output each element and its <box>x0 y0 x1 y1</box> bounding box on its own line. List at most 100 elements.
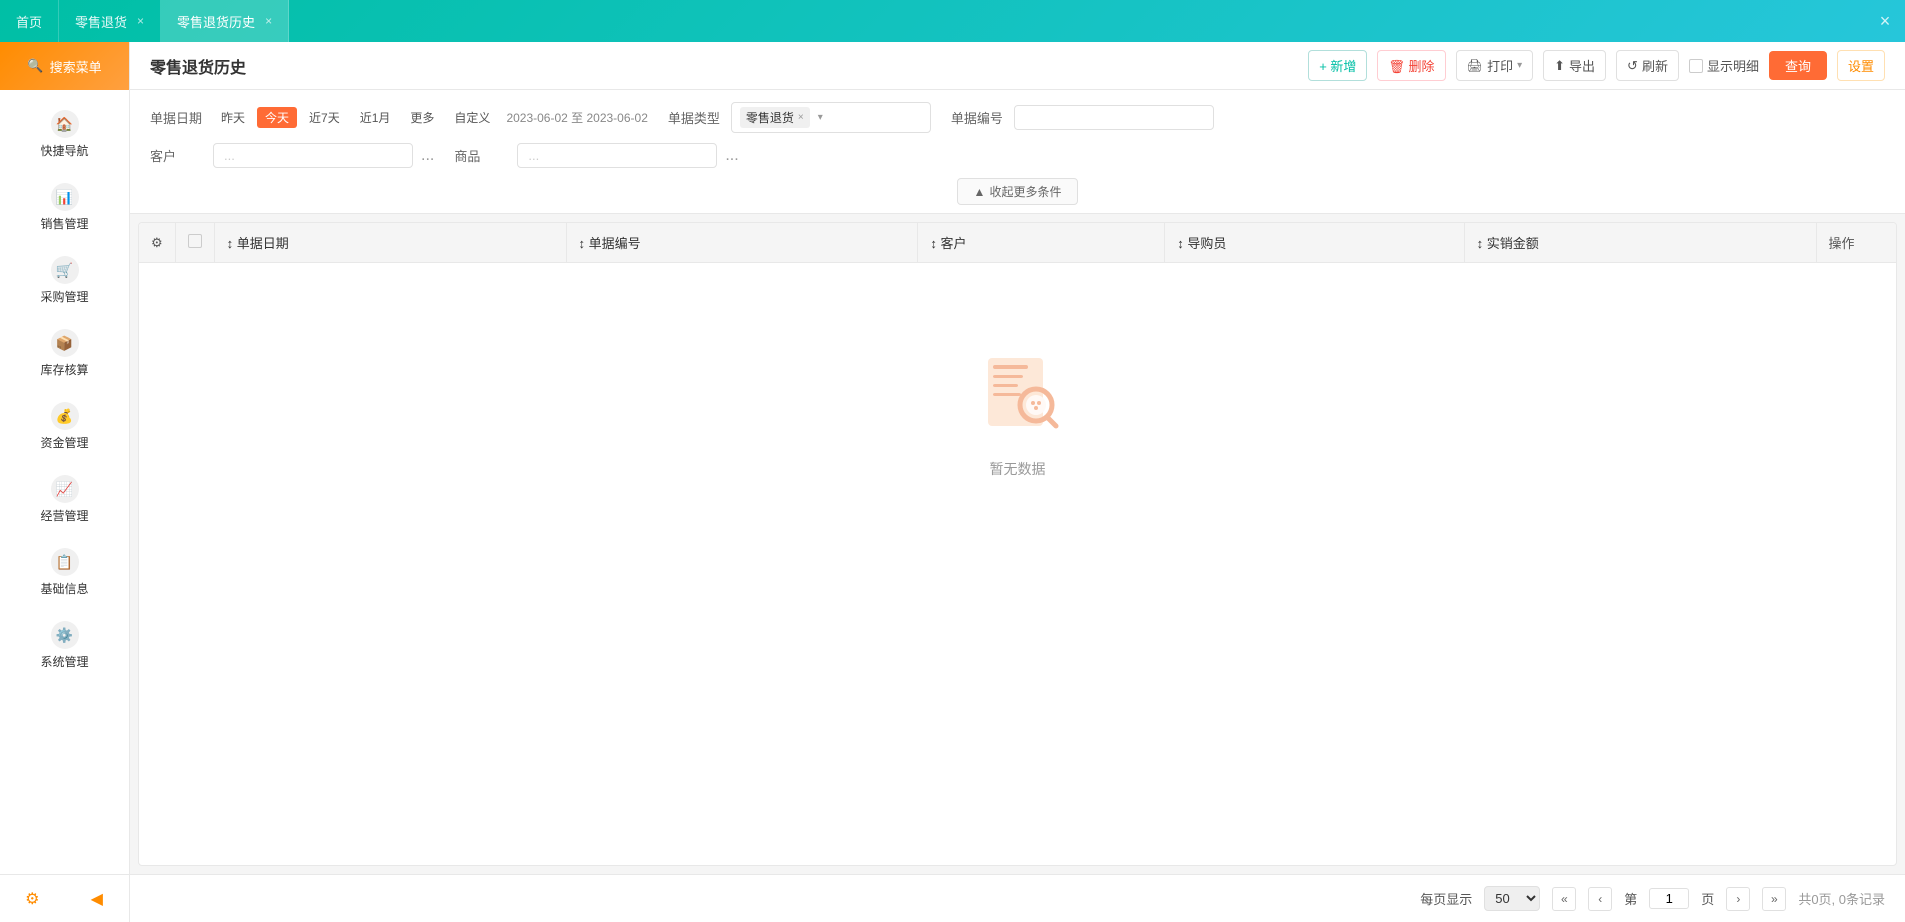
goods-filter: 商品 ... <box>454 143 738 168</box>
empty-state-row: 暂无数据 <box>139 263 1896 560</box>
col-doc-date-label: ↕ 单据日期 <box>227 236 289 251</box>
goods-label: 商品 <box>454 146 509 165</box>
window-close-button[interactable]: × <box>1865 0 1905 42</box>
empty-icon <box>968 343 1068 443</box>
sidebar-item-purchase[interactable]: 🛒 采购管理 <box>0 244 129 317</box>
export-button[interactable]: ⬆ 导出 <box>1543 50 1606 81</box>
table-area: ⚙ ↕ 单据日期 ↕ 单据编号 ↕ 客户 <box>138 222 1897 866</box>
customer-input[interactable] <box>213 143 413 168</box>
page-number-input[interactable] <box>1649 888 1689 909</box>
last1month-btn[interactable]: 近1月 <box>352 107 399 128</box>
doc-type-select[interactable]: 零售退货 × ▾ <box>731 102 931 133</box>
refresh-label: 刷新 <box>1642 56 1668 75</box>
sidebar-item-finance-label: 资金管理 <box>40 434 88 451</box>
page-header: 零售退货历史 + 新增 🗑 删除 🖨 打印 ▾ ⬆ 导出 ↺ 刷新 <box>130 42 1905 90</box>
show-detail-toggle[interactable]: 显示明细 <box>1689 56 1759 75</box>
prev-page-button[interactable]: ‹ <box>1588 887 1612 911</box>
tab-home[interactable]: 首页 <box>0 0 59 42</box>
settings-icon: ⚙ <box>151 235 163 250</box>
data-table: ⚙ ↕ 单据日期 ↕ 单据编号 ↕ 客户 <box>139 223 1896 559</box>
sidebar-item-inventory[interactable]: 📦 库存核算 <box>0 317 129 390</box>
finance-icon: 💰 <box>51 402 79 430</box>
empty-text: 暂无数据 <box>990 459 1046 479</box>
date-filter: 单据日期 昨天 今天 近7天 近1月 更多 自定义 2023-06-02 至 2… <box>150 107 648 128</box>
operation-icon: 📈 <box>51 475 79 503</box>
sidebar-item-inventory-label: 库存核算 <box>40 361 88 378</box>
doc-type-dropdown-icon: ▾ <box>818 112 823 123</box>
select-all-checkbox[interactable] <box>188 234 202 248</box>
sidebar-item-basic-info[interactable]: 📋 基础信息 <box>0 536 129 609</box>
empty-state-cell: 暂无数据 <box>139 263 1896 560</box>
setting-button[interactable]: 设置 <box>1837 50 1885 81</box>
sidebar-item-operation-label: 经营管理 <box>40 507 88 524</box>
sidebar-item-sales-label: 销售管理 <box>40 215 88 232</box>
tab-retail-return-history[interactable]: 零售退货历史 × <box>161 0 289 42</box>
sales-icon: 📊 <box>51 183 79 211</box>
first-page-button[interactable]: « <box>1552 887 1576 911</box>
sidebar-item-finance[interactable]: 💰 资金管理 <box>0 390 129 463</box>
print-button[interactable]: 🖨 打印 ▾ <box>1456 50 1534 81</box>
delete-button[interactable]: 🗑 删除 <box>1377 50 1445 81</box>
sidebar-item-quick-nav[interactable]: 🏠 快捷导航 <box>0 98 129 171</box>
sidebar-item-quick-nav-label: 快捷导航 <box>40 142 88 159</box>
tab-retail-return-close[interactable]: × <box>137 14 144 28</box>
col-doc-number[interactable]: ↕ 单据编号 <box>566 223 918 263</box>
search-icon: 🔍 <box>27 58 43 74</box>
sidebar-item-operation[interactable]: 📈 经营管理 <box>0 463 129 536</box>
sidebar-search-label: 搜索菜单 <box>50 57 102 76</box>
page-size-label: 每页显示 <box>1420 889 1472 908</box>
sidebar-settings-button[interactable]: ⚙ <box>16 883 48 915</box>
show-detail-checkbox[interactable] <box>1689 59 1703 73</box>
show-detail-label: 显示明细 <box>1707 56 1759 75</box>
doc-number-input[interactable] <box>1014 105 1214 130</box>
last7days-btn[interactable]: 近7天 <box>301 107 348 128</box>
page-size-select[interactable]: 50 20 100 <box>1484 886 1540 911</box>
last-page-button[interactable]: » <box>1762 887 1786 911</box>
page-label: 第 <box>1624 889 1637 908</box>
customer-more-icon[interactable]: ... <box>421 147 434 165</box>
table-header-row: ⚙ ↕ 单据日期 ↕ 单据编号 ↕ 客户 <box>139 223 1896 263</box>
print-dropdown-icon: ▾ <box>1517 60 1522 71</box>
col-actual-amount[interactable]: ↕ 实销金额 <box>1464 223 1816 263</box>
collapse-button[interactable]: ▲ 收起更多条件 <box>957 178 1079 205</box>
date-range-value: 2023-06-02 至 2023-06-02 <box>506 109 647 126</box>
col-guide[interactable]: ↕ 导购员 <box>1165 223 1464 263</box>
doc-type-label: 单据类型 <box>668 108 723 127</box>
purchase-icon: 🛒 <box>51 256 79 284</box>
add-button[interactable]: + 新增 <box>1308 50 1367 81</box>
sidebar-item-system[interactable]: ⚙️ 系统管理 <box>0 609 129 682</box>
export-icon: ⬆ <box>1554 58 1565 74</box>
col-checkbox[interactable] <box>175 223 214 263</box>
tab-retail-return-history-close[interactable]: × <box>265 14 272 28</box>
sidebar-item-sales[interactable]: 📊 销售管理 <box>0 171 129 244</box>
filter-area: 单据日期 昨天 今天 近7天 近1月 更多 自定义 2023-06-02 至 2… <box>130 90 1905 214</box>
query-button[interactable]: 查询 <box>1769 51 1827 80</box>
page-title: 零售退货历史 <box>150 54 246 78</box>
col-doc-number-label: ↕ 单据编号 <box>579 236 641 251</box>
content-area: 零售退货历史 + 新增 🗑 删除 🖨 打印 ▾ ⬆ 导出 ↺ 刷新 <box>130 42 1905 922</box>
yesterday-btn[interactable]: 昨天 <box>213 107 253 128</box>
sidebar-search[interactable]: 🔍 搜索菜单 <box>0 42 129 90</box>
quick-nav-icon: 🏠 <box>51 110 79 138</box>
goods-input[interactable] <box>517 143 717 168</box>
col-customer[interactable]: ↕ 客户 <box>918 223 1165 263</box>
refresh-button[interactable]: ↺ 刷新 <box>1616 50 1679 81</box>
col-settings[interactable]: ⚙ <box>139 223 175 263</box>
system-icon: ⚙️ <box>51 621 79 649</box>
tab-retail-return[interactable]: 零售退货 × <box>59 0 161 42</box>
print-icon: 🖨 <box>1467 58 1484 74</box>
today-btn[interactable]: 今天 <box>257 107 297 128</box>
more-btn[interactable]: 更多 <box>402 107 442 128</box>
col-customer-label: ↕ 客户 <box>930 236 966 251</box>
tab-retail-return-history-label: 零售退货历史 <box>177 12 255 31</box>
sidebar-item-purchase-label: 采购管理 <box>40 288 88 305</box>
custom-btn[interactable]: 自定义 <box>446 107 498 128</box>
sidebar-collapse-button[interactable]: ◀ <box>81 883 113 915</box>
sidebar-nav: 🏠 快捷导航 📊 销售管理 🛒 采购管理 📦 库存核算 💰 资金管理 📈 <box>0 90 129 874</box>
col-doc-date[interactable]: ↕ 单据日期 <box>214 223 566 263</box>
doc-type-tag-close[interactable]: × <box>798 112 804 123</box>
goods-more-icon[interactable]: ... <box>725 147 738 165</box>
next-page-button[interactable]: › <box>1726 887 1750 911</box>
sidebar: 🔍 搜索菜单 🏠 快捷导航 📊 销售管理 🛒 采购管理 📦 库存核算 💰 <box>0 42 130 922</box>
tab-retail-return-label: 零售退货 <box>75 12 127 31</box>
